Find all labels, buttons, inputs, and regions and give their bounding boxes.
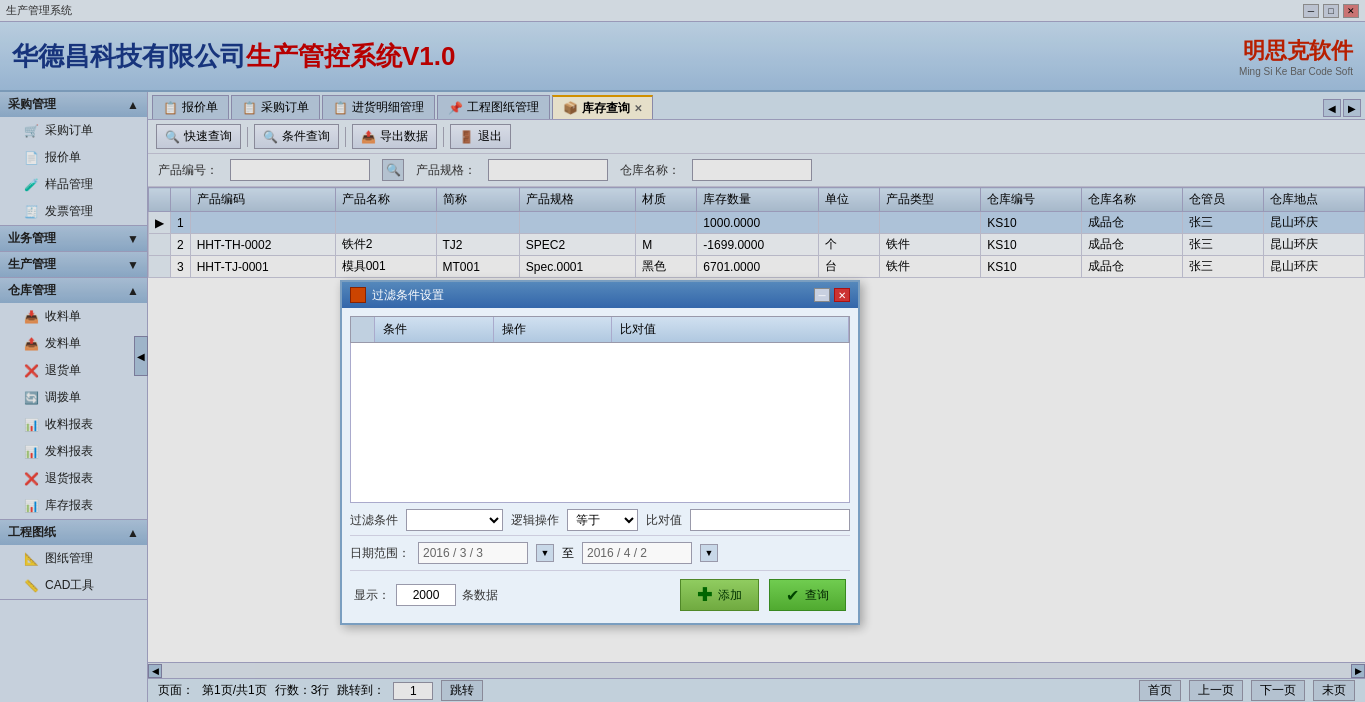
modal-title-icon — [350, 287, 366, 303]
modal-close-btn[interactable]: ✕ — [834, 288, 850, 302]
display-count-input[interactable] — [396, 584, 456, 606]
add-btn-label: 添加 — [718, 587, 742, 604]
modal-title-bar: 过滤条件设置 ─ ✕ — [342, 282, 858, 308]
filter-condition-label: 过滤条件 — [350, 512, 398, 529]
date-to-btn[interactable]: ▼ — [700, 544, 718, 562]
modal-display-row: 显示： 条数据 — [354, 584, 498, 606]
check-icon: ✔ — [786, 586, 799, 605]
plus-icon: ✚ — [697, 584, 712, 606]
date-to-label: 至 — [562, 545, 574, 562]
compare-value-label: 比对值 — [646, 512, 682, 529]
modal-col-condition: 条件 — [375, 317, 494, 342]
modal-title-left: 过滤条件设置 — [350, 287, 444, 304]
query-btn-label: 查询 — [805, 587, 829, 604]
modal-table-header: 条件 操作 比对值 — [350, 316, 850, 343]
modal-controls: ─ ✕ — [814, 288, 850, 302]
date-from-input[interactable] — [418, 542, 528, 564]
compare-value-input[interactable] — [690, 509, 850, 531]
date-from-btn[interactable]: ▼ — [536, 544, 554, 562]
modal-form-row: 过滤条件 逻辑操作 等于 比对值 — [350, 503, 850, 535]
filter-condition-select[interactable] — [406, 509, 503, 531]
modal-col-compare: 比对值 — [612, 317, 849, 342]
date-to-input[interactable] — [582, 542, 692, 564]
filter-modal: 过滤条件设置 ─ ✕ 条件 操作 比对值 过滤条件 — [340, 280, 860, 625]
modal-col-operation: 操作 — [494, 317, 613, 342]
display-suffix: 条数据 — [462, 587, 498, 604]
modal-table-body — [350, 343, 850, 503]
logic-op-label: 逻辑操作 — [511, 512, 559, 529]
modal-date-row: 日期范围： ▼ 至 ▼ — [350, 535, 850, 570]
modal-min-btn[interactable]: ─ — [814, 288, 830, 302]
date-range-label: 日期范围： — [350, 545, 410, 562]
modal-title-text: 过滤条件设置 — [372, 287, 444, 304]
modal-footer: 显示： 条数据 ✚ 添加 ✔ 查询 — [350, 570, 850, 615]
modal-action-btns: ✚ 添加 ✔ 查询 — [680, 579, 846, 611]
modal-overlay: 过滤条件设置 ─ ✕ 条件 操作 比对值 过滤条件 — [0, 0, 1365, 702]
query-btn[interactable]: ✔ 查询 — [769, 579, 846, 611]
display-label: 显示： — [354, 587, 390, 604]
modal-content: 条件 操作 比对值 过滤条件 逻辑操作 等于 比对值 日 — [342, 308, 858, 623]
logic-op-select[interactable]: 等于 — [567, 509, 638, 531]
modal-col-marker — [351, 317, 375, 342]
add-condition-btn[interactable]: ✚ 添加 — [680, 579, 759, 611]
